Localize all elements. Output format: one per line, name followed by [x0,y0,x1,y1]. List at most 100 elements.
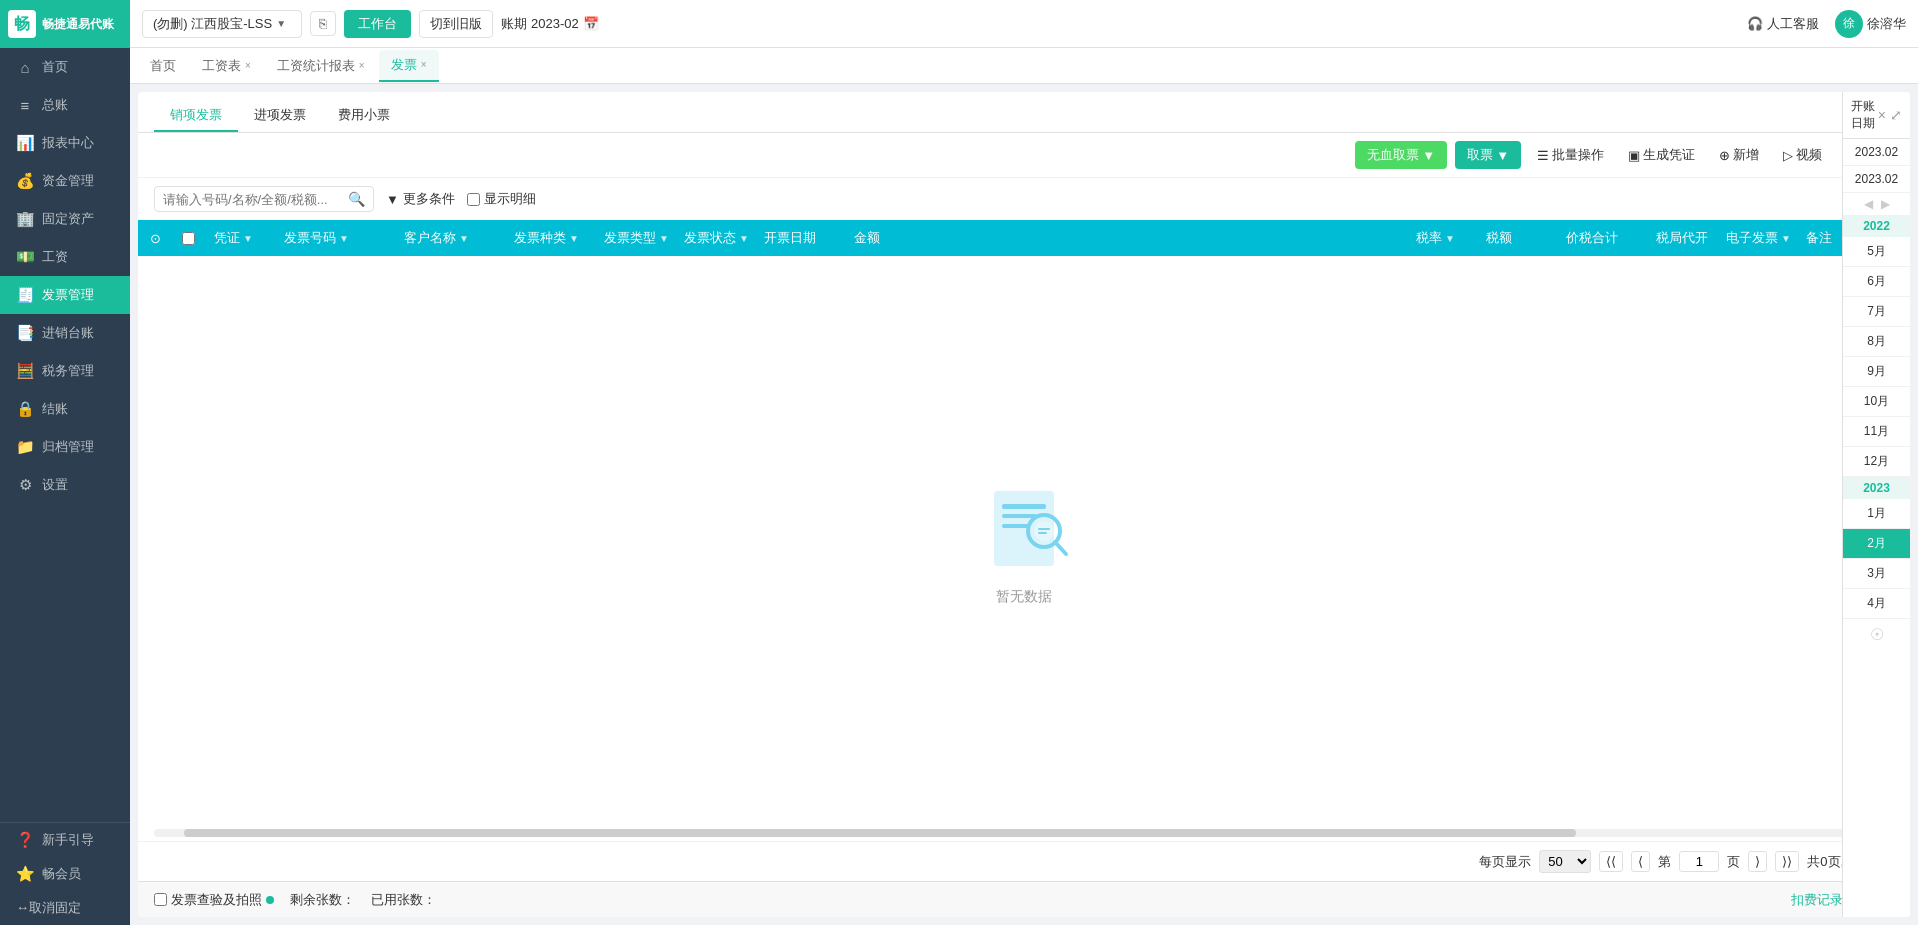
service-icon: 🎧 [1747,16,1763,31]
take-ticket-button[interactable]: 取票 ▼ [1455,141,1521,169]
th-invoice-no[interactable]: 发票号码 ▼ [280,223,400,253]
tab-home[interactable]: 首页 [138,51,188,81]
search-input[interactable] [163,192,344,207]
month-2022-09[interactable]: 9月 [1843,357,1910,387]
th-tax-total: 价税合计 [1562,223,1652,253]
sub-tab-sales-invoice[interactable]: 销项发票 [154,100,238,132]
per-page-select[interactable]: 10 20 50 100 [1539,850,1591,873]
th-tax-code: 税局代开 [1652,223,1722,253]
svg-rect-2 [1002,514,1037,518]
main-area: (勿删) 江西股宝-LSS ▼ ⎘ 工作台 切到旧版 账期 2023-02 📅 … [130,0,1918,925]
sidebar-item-home[interactable]: ⌂ 首页 [0,48,130,86]
period-label: 账期 2023-02 📅 [501,15,599,33]
sidebar-item-archive[interactable]: 📁 归档管理 [0,428,130,466]
company-selector[interactable]: (勿删) 江西股宝-LSS ▼ [142,10,302,38]
month-2022-05[interactable]: 5月 [1843,237,1910,267]
sub-tabs: 销项发票 进项发票 费用小票 [138,92,1910,133]
show-detail-checkbox-label[interactable]: 显示明细 [467,190,536,208]
sidebar-item-assets[interactable]: 🏢 固定资产 [0,200,130,238]
svg-line-6 [1055,542,1066,554]
th-invoice-type[interactable]: 发票种类 ▼ [510,223,600,253]
member-icon: ⭐ [16,865,34,883]
th-voucher[interactable]: 凭证 ▼ [210,223,280,253]
sidebar-item-invoices[interactable]: 🧾 发票管理 [0,276,130,314]
sidebar-item-close-account[interactable]: 🔒 结账 [0,390,130,428]
more-conditions-button[interactable]: ▼ 更多条件 [386,190,455,208]
next-page-button[interactable]: ⟩ [1748,851,1767,872]
month-2023-04[interactable]: 4月 [1843,589,1910,619]
date-header-2023-02-first[interactable]: 2023.02 [1843,139,1910,166]
calendar-icon[interactable]: 📅 [583,16,599,31]
first-page-button[interactable]: ⟨⟨ [1599,851,1623,872]
sidebar-item-pin[interactable]: ↔取消固定 [0,891,130,925]
switch-version-button[interactable]: 切到旧版 [419,10,493,38]
tab-salary-stats[interactable]: 工资统计报表 × [265,51,377,81]
copy-button[interactable]: ⎘ [310,11,336,36]
top-up-history-link[interactable]: 扣费记录 [1791,891,1843,909]
sidebar-item-guide[interactable]: ❓ 新手引导 [0,823,130,857]
sidebar-item-member[interactable]: ⭐ 畅会员 [0,857,130,891]
date-panel-expand-button[interactable]: ⤢ [1890,107,1902,123]
tab-salary-table[interactable]: 工资表 × [190,51,263,81]
prev-page-button[interactable]: ⟨ [1631,851,1650,872]
last-page-button[interactable]: ⟩⟩ [1775,851,1799,872]
sidebar-item-sales[interactable]: 📑 进销台账 [0,314,130,352]
th-invoice-cat[interactable]: 发票类型 ▼ [600,223,680,253]
new-button[interactable]: ⊕ 新增 [1711,141,1767,169]
month-2022-12[interactable]: 12月 [1843,447,1910,477]
used-label: 已用张数： [371,891,436,909]
month-2022-08[interactable]: 8月 [1843,327,1910,357]
month-2023-01[interactable]: 1月 [1843,499,1910,529]
sidebar-label-invoices: 发票管理 [42,286,94,304]
tab-invoice-close[interactable]: × [421,59,427,70]
filter-bar: 🔍 ▼ 更多条件 显示明细 [138,178,1910,220]
th-tax-rate[interactable]: 税率 ▼ [1412,223,1482,253]
th-e-invoice[interactable]: 电子发票 ▼ [1722,223,1802,253]
page-input[interactable] [1679,851,1719,872]
date-panel-close-button[interactable]: × [1878,107,1886,123]
user-info[interactable]: 徐 徐溶华 [1835,10,1906,38]
select-all-checkbox[interactable] [182,232,195,245]
workbench-button[interactable]: 工作台 [344,10,411,38]
tab-home-label: 首页 [150,57,176,75]
horizontal-scrollbar-track[interactable] [138,825,1910,841]
used-prefix: 已用张数： [371,892,436,907]
month-2022-06[interactable]: 6月 [1843,267,1910,297]
tab-invoice[interactable]: 发票 × [379,50,439,82]
th-customer[interactable]: 客户名称 ▼ [400,223,510,253]
date-panel-bottom-icon[interactable]: ☉ [1870,625,1884,644]
date-header-2023-02-second[interactable]: 2023.02 [1843,166,1910,193]
sidebar-label-guide: 新手引导 [42,831,94,849]
tab-salary-close[interactable]: × [245,60,251,71]
next-year-arrow[interactable]: ▶ [1881,197,1890,211]
th-invoice-status[interactable]: 发票状态 ▼ [680,223,760,253]
month-2022-10[interactable]: 10月 [1843,387,1910,417]
no-tax-button[interactable]: 无血取票 ▼ [1355,141,1447,169]
customer-service[interactable]: 🎧 人工客服 [1747,15,1819,33]
gen-voucher-button[interactable]: ▣ 生成凭证 [1620,141,1703,169]
th-invoice-status-filter-icon: ▼ [739,233,749,244]
sub-tab-purchase-invoice[interactable]: 进项发票 [238,100,322,132]
th-invoice-type-filter-icon: ▼ [569,233,579,244]
month-2022-07[interactable]: 7月 [1843,297,1910,327]
sidebar-item-ledger[interactable]: ≡ 总账 [0,86,130,124]
month-2023-03[interactable]: 3月 [1843,559,1910,589]
month-2022-11[interactable]: 11月 [1843,417,1910,447]
scrollbar-thumb[interactable] [184,829,1576,837]
th-checkbox[interactable] [178,226,210,251]
sidebar-item-tax[interactable]: 🧮 税务管理 [0,352,130,390]
invoice-check-checkbox[interactable] [154,893,167,906]
video-button[interactable]: ▷ 视频 [1775,141,1830,169]
prev-year-arrow[interactable]: ◀ [1864,197,1873,211]
month-2023-02[interactable]: 2月 [1843,529,1910,559]
sidebar-item-funds[interactable]: 💰 资金管理 [0,162,130,200]
sidebar-item-settings[interactable]: ⚙ 设置 [0,466,130,504]
sub-tab-expense-receipt[interactable]: 费用小票 [322,100,406,132]
toolbar: 无血取票 ▼ 取票 ▼ ☰ 批量操作 ▣ 生成凭证 ⊕ 新增 [138,133,1910,178]
tab-salary-stats-close[interactable]: × [359,60,365,71]
sidebar-item-salary[interactable]: 💵 工资 [0,238,130,276]
show-detail-checkbox[interactable] [467,193,480,206]
pin-label: ↔取消固定 [16,899,81,917]
sidebar-item-reports[interactable]: 📊 报表中心 [0,124,130,162]
batch-ops-button[interactable]: ☰ 批量操作 [1529,141,1612,169]
